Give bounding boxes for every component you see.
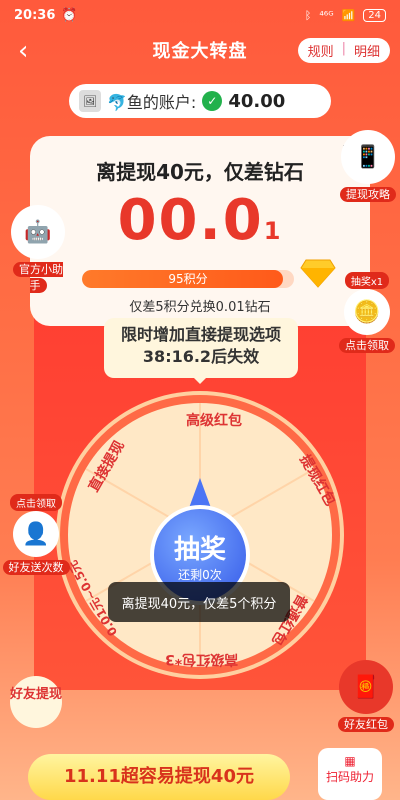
click-claim-label: 点击领取 <box>339 338 395 353</box>
back-arrow-icon[interactable]: ‹ <box>18 36 28 66</box>
withdraw-guide-button[interactable]: 📱 提现攻略 <box>340 130 396 202</box>
timer-line1: 限时增加直接提现选项 <box>120 325 281 344</box>
account-amount: 40.00 <box>228 90 286 112</box>
wheel-pointer <box>189 478 211 508</box>
battery-indicator: 24 <box>363 8 386 22</box>
withdraw-guide-label: 提现攻略 <box>340 187 396 202</box>
friend-send-label: 好友送次数 <box>2 560 70 575</box>
friend-red-packet-button[interactable]: 🧧 好友红包 <box>336 660 396 732</box>
divider: | <box>341 41 346 56</box>
diamond-icon <box>300 259 336 288</box>
status-time: 20:36 <box>14 7 56 23</box>
lottery-tag: 抽奖x1 <box>344 272 390 289</box>
prize-senior-red-packet: 高级红包 <box>186 413 242 429</box>
progress-label: 95积分 <box>168 272 208 286</box>
account-name: 🐬鱼的账户: <box>107 93 197 112</box>
timer-countdown: 38:16.2后失效 <box>142 347 260 366</box>
friend-red-label: 好友红包 <box>338 717 394 732</box>
friend-send-button[interactable]: 点击领取 👤 好友送次数 <box>2 494 70 575</box>
prize-senior-red-packet-x3: 高级红包*3 <box>165 651 239 667</box>
robot-icon: 🤖 <box>11 205 65 259</box>
diamond-balance-small: 1 <box>263 217 283 245</box>
scan-help-button[interactable]: ▦ 扫码助力 <box>318 748 382 800</box>
details-button[interactable]: 明细 <box>354 41 380 60</box>
wifi-icon: 📶 <box>341 8 356 22</box>
wechat-pay-icon: ✓ <box>202 91 223 111</box>
exchange-note: 仅差5积分兑换0.01钻石 <box>129 300 271 315</box>
signal-icon: ⁴⁶ᴳ <box>319 8 334 22</box>
rules-button[interactable]: 规则 <box>308 41 334 60</box>
status-bar: 20:36 ⏰ ᛒ ⁴⁶ᴳ 📶 24 <box>0 0 400 30</box>
alarm-icon: ⏰ <box>61 7 78 23</box>
red-packet-icon: 🧧 <box>339 660 393 714</box>
asset-card: 资产 离提现40元，仅差钻石 00.01 95积分 仅差5积分兑换0.01钻石 <box>30 136 370 326</box>
assistant-button[interactable]: 🤖 官方小助手 <box>6 205 70 293</box>
points-progress-bar: 95积分 <box>82 270 294 288</box>
remain-text: 离提现40元，仅差钻石 <box>96 160 304 184</box>
nav-bar: ‹ 现金大转盘 规则 | 明细 <box>0 30 400 70</box>
timer-pointer <box>192 376 208 384</box>
account-pill[interactable]: 🖼 🐬鱼的账户: ✓ 40.00 <box>69 84 331 118</box>
draw-remaining: 还剩0次 <box>178 568 222 582</box>
qr-code-icon: ▦ <box>344 754 356 768</box>
friend-withdraw-button[interactable]: 好友提现 <box>10 676 62 728</box>
friend-avatar-icon: 👤 <box>13 511 59 557</box>
toast-message: 离提现40元，仅差5个积分 <box>108 582 290 622</box>
phone-icon: 📱 <box>341 130 395 184</box>
friend-withdraw-label: 好友提现 <box>10 687 63 702</box>
diamond-balance: 00.01 <box>30 188 370 253</box>
timer-banner: 限时增加直接提现选项 38:16.2后失效 <box>104 318 298 378</box>
status-icons: ᛒ ⁴⁶ᴳ 📶 24 <box>304 8 386 22</box>
scan-help-label: 扫码助力 <box>325 770 374 784</box>
coin-icon: 🪙 <box>344 289 390 335</box>
nav-actions: 规则 | 明细 <box>297 38 390 63</box>
withdraw-cta-button[interactable]: 11.11超容易提现40元 <box>28 754 290 800</box>
draw-label: 抽奖 <box>173 535 226 565</box>
lottery-claim-button[interactable]: 抽奖x1 🪙 点击领取 <box>338 272 396 353</box>
avatar: 🖼 <box>79 90 101 112</box>
assistant-label: 官方小助手 <box>13 262 63 293</box>
page-title: 现金大转盘 <box>152 41 248 62</box>
bluetooth-icon: ᛒ <box>304 8 312 22</box>
friend-claim-tag: 点击领取 <box>10 494 62 511</box>
diamond-balance-main: 00.0 <box>117 188 264 253</box>
